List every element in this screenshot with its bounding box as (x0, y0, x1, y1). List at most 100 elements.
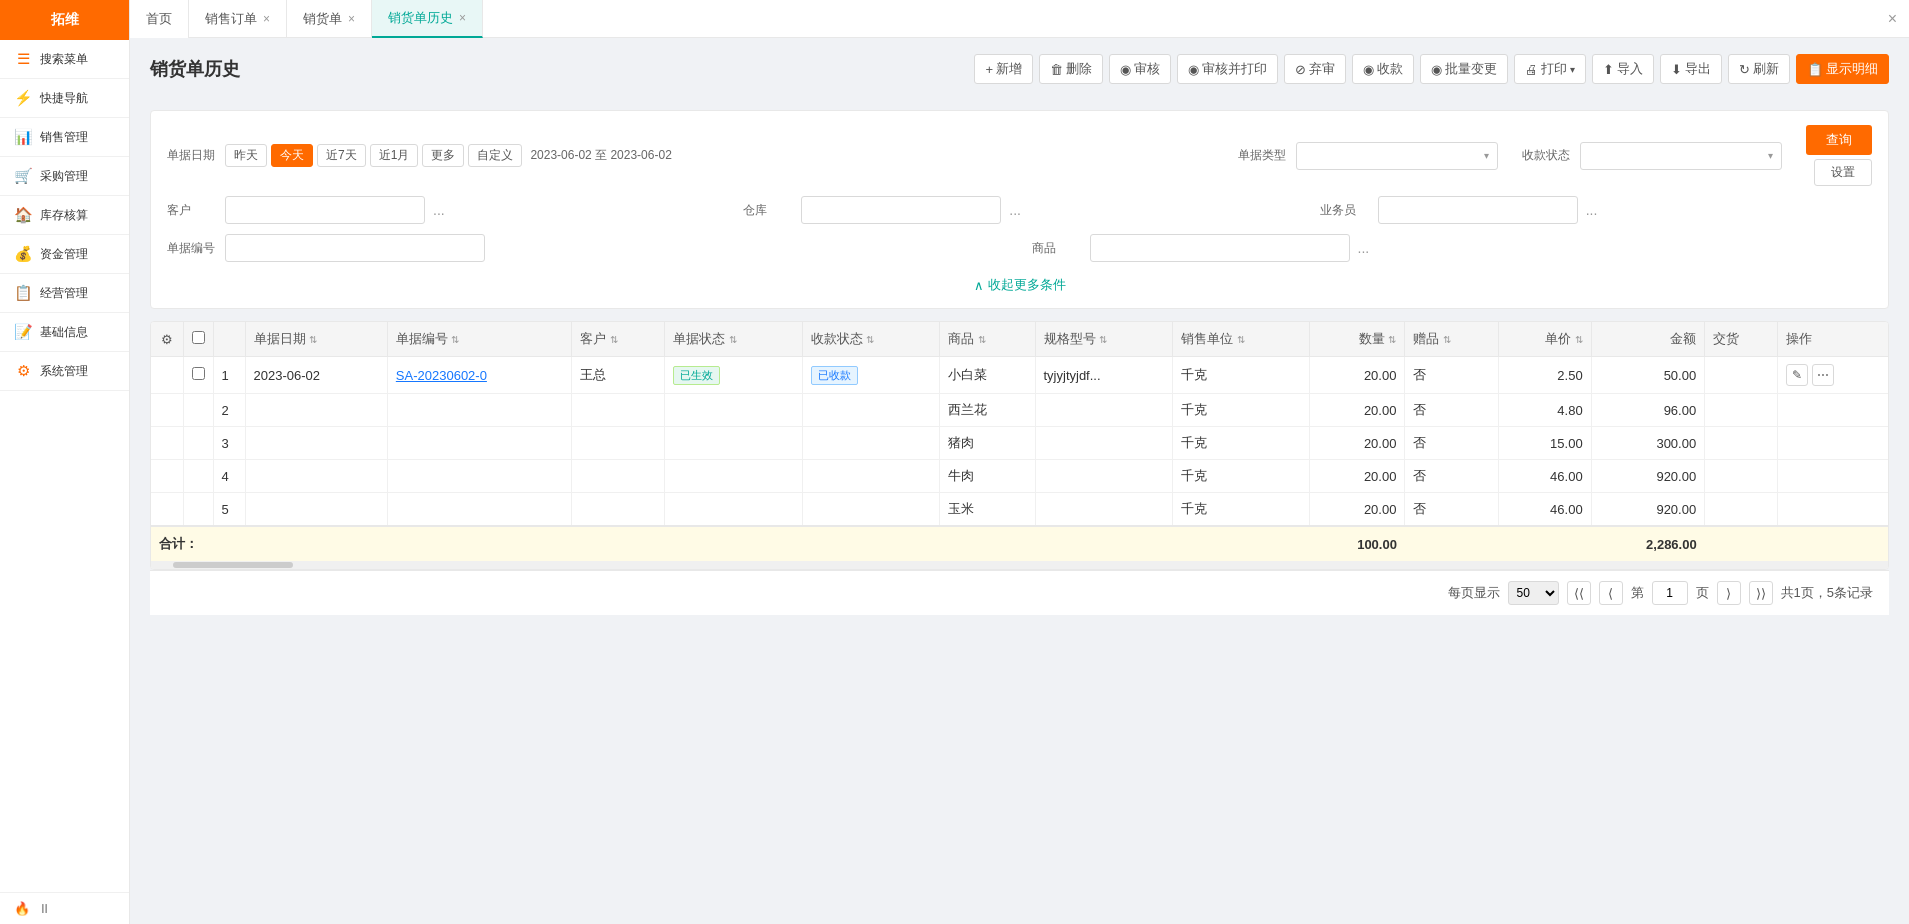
cell-customer (572, 460, 665, 493)
staff-dots[interactable]: ... (1586, 202, 1598, 218)
sidebar-item-basic-info[interactable]: 📝 基础信息 (0, 313, 129, 352)
select-all-checkbox[interactable] (192, 331, 205, 344)
summary-label: 合计： (151, 526, 245, 561)
add-button[interactable]: + 新增 (974, 54, 1033, 84)
sort-price-icon: ⇅ (1575, 334, 1583, 345)
scrollbar-thumb[interactable] (173, 562, 293, 568)
main-area: 首页 销售订单 × 销货单 × 销货单历史 × × 销货单历史 + 新增 (130, 0, 1909, 924)
sidebar-item-sys-mgmt[interactable]: ⚙ 系统管理 (0, 352, 129, 391)
row-checkbox[interactable] (192, 367, 205, 380)
tab-sales-goods[interactable]: 销货单 × (287, 0, 372, 38)
tab-sales-order-close[interactable]: × (263, 0, 270, 38)
tab-sales-order[interactable]: 销售订单 × (189, 0, 287, 38)
collapse-button[interactable]: ∧ 收起更多条件 (167, 272, 1872, 298)
total-records-label: 共1页，5条记录 (1781, 584, 1873, 602)
bottom-icon-1[interactable]: 🔥 (14, 901, 30, 916)
abandon-button[interactable]: ⊘ 弃审 (1284, 54, 1346, 84)
tab-sales-history[interactable]: 销货单历史 × (372, 0, 483, 38)
collect-button[interactable]: ◉ 收款 (1352, 54, 1414, 84)
warehouse-dots[interactable]: ... (1009, 202, 1021, 218)
import-label: 导入 (1617, 60, 1643, 78)
date-btn-7days[interactable]: 近7天 (317, 144, 366, 167)
sidebar-item-search-menu[interactable]: ☰ 搜索菜单 (0, 40, 129, 79)
warehouse-input[interactable] (801, 196, 1001, 224)
tab-home[interactable]: 首页 (130, 0, 189, 38)
collect-icon: ◉ (1363, 62, 1374, 77)
summary-empty3 (1498, 526, 1591, 561)
table-header-row: ⚙ 单据日期 ⇅ 单据编号 ⇅ 客户 ⇅ (151, 322, 1888, 357)
export-button[interactable]: ⬇ 导出 (1660, 54, 1722, 84)
content-area: 销货单历史 + 新增 🗑 删除 ◉ 审核 ◉ 审核并打印 (130, 38, 1909, 924)
sidebar-item-sales-mgmt[interactable]: 📊 销售管理 (0, 118, 129, 157)
sidebar-item-purchase-mgmt[interactable]: 🛒 采购管理 (0, 157, 129, 196)
date-btn-1month[interactable]: 近1月 (370, 144, 419, 167)
date-btn-custom[interactable]: 自定义 (468, 144, 522, 167)
page-number-input[interactable] (1652, 581, 1688, 605)
sidebar-item-finance-mgmt[interactable]: 💰 资金管理 (0, 235, 129, 274)
batch-change-button[interactable]: ◉ 批量变更 (1420, 54, 1508, 84)
sidebar-item-ops-mgmt[interactable]: 📋 经营管理 (0, 274, 129, 313)
customer-dots[interactable]: ... (433, 202, 445, 218)
cell-spec (1035, 460, 1172, 493)
summary-empty2 (1405, 526, 1498, 561)
more-action-button[interactable]: ⋯ (1812, 364, 1834, 386)
customer-input[interactable] (225, 196, 425, 224)
col-unit[interactable]: 销售单位 ⇅ (1172, 322, 1309, 357)
payment-select[interactable]: ▾ (1580, 142, 1782, 170)
sidebar-item-quick-nav[interactable]: ⚡ 快捷导航 (0, 79, 129, 118)
inventory-icon: 🏠 (14, 206, 32, 224)
tab-sales-history-close[interactable]: × (459, 0, 466, 37)
delete-button[interactable]: 🗑 删除 (1039, 54, 1103, 84)
col-doc-no[interactable]: 单据编号 ⇅ (387, 322, 571, 357)
col-price[interactable]: 单价 ⇅ (1498, 322, 1591, 357)
cell-check (183, 394, 213, 427)
col-doc-status[interactable]: 单据状态 ⇅ (665, 322, 802, 357)
goods-input[interactable] (1090, 234, 1350, 262)
date-btn-yesterday[interactable]: 昨天 (225, 144, 267, 167)
review-button[interactable]: ◉ 审核 (1109, 54, 1171, 84)
bottom-icon-2[interactable]: ⏸ (38, 901, 51, 916)
last-page-button[interactable]: ⟩⟩ (1749, 581, 1773, 605)
next-page-button[interactable]: ⟩ (1717, 581, 1741, 605)
cell-check (183, 357, 213, 394)
tab-sales-goods-close[interactable]: × (348, 0, 355, 38)
edit-action-button[interactable]: ✎ (1786, 364, 1808, 386)
print-button[interactable]: 🖨 打印 ▾ (1514, 54, 1586, 84)
type-select[interactable]: ▾ (1296, 142, 1498, 170)
col-pay-status[interactable]: 收款状态 ⇅ (802, 322, 939, 357)
date-btn-more[interactable]: 更多 (422, 144, 464, 167)
goods-dots[interactable]: ... (1358, 240, 1370, 256)
review-print-button[interactable]: ◉ 审核并打印 (1177, 54, 1278, 84)
col-date[interactable]: 单据日期 ⇅ (245, 322, 387, 357)
sidebar-item-inventory[interactable]: 🏠 库存核算 (0, 196, 129, 235)
doc-no-link[interactable]: SA-20230602-0 (396, 368, 487, 383)
doc-no-input[interactable] (225, 234, 485, 262)
window-close-button[interactable]: × (1876, 10, 1909, 28)
refresh-label: 刷新 (1753, 60, 1779, 78)
col-goods[interactable]: 商品 ⇅ (940, 322, 1035, 357)
refresh-button[interactable]: ↻ 刷新 (1728, 54, 1790, 84)
basic-info-icon: 📝 (14, 323, 32, 341)
col-spec[interactable]: 规格型号 ⇅ (1035, 322, 1172, 357)
sort-spec-icon: ⇅ (1099, 334, 1107, 345)
query-button[interactable]: 查询 (1806, 125, 1872, 155)
per-page-select[interactable]: 50 100 200 (1508, 581, 1559, 605)
cell-check (183, 427, 213, 460)
first-page-button[interactable]: ⟨⟨ (1567, 581, 1591, 605)
show-detail-button[interactable]: 📋 显示明细 (1796, 54, 1889, 84)
sys-icon: ⚙ (14, 362, 32, 380)
col-gear[interactable]: ⚙ (151, 322, 183, 357)
horizontal-scrollbar[interactable] (151, 561, 1888, 569)
prev-page-button[interactable]: ⟨ (1599, 581, 1623, 605)
date-btn-today[interactable]: 今天 (271, 144, 313, 167)
staff-input[interactable] (1378, 196, 1578, 224)
set-button[interactable]: 设置 (1814, 159, 1872, 186)
cell-date (245, 427, 387, 460)
col-qty[interactable]: 数量 ⇅ (1310, 322, 1405, 357)
col-gift[interactable]: 赠品 ⇅ (1405, 322, 1498, 357)
import-button[interactable]: ⬆ 导入 (1592, 54, 1654, 84)
sidebar-bottom: 🔥 ⏸ (0, 892, 129, 924)
cell-pay-status (802, 493, 939, 527)
col-customer[interactable]: 客户 ⇅ (572, 322, 665, 357)
cell-unit: 千克 (1172, 493, 1309, 527)
